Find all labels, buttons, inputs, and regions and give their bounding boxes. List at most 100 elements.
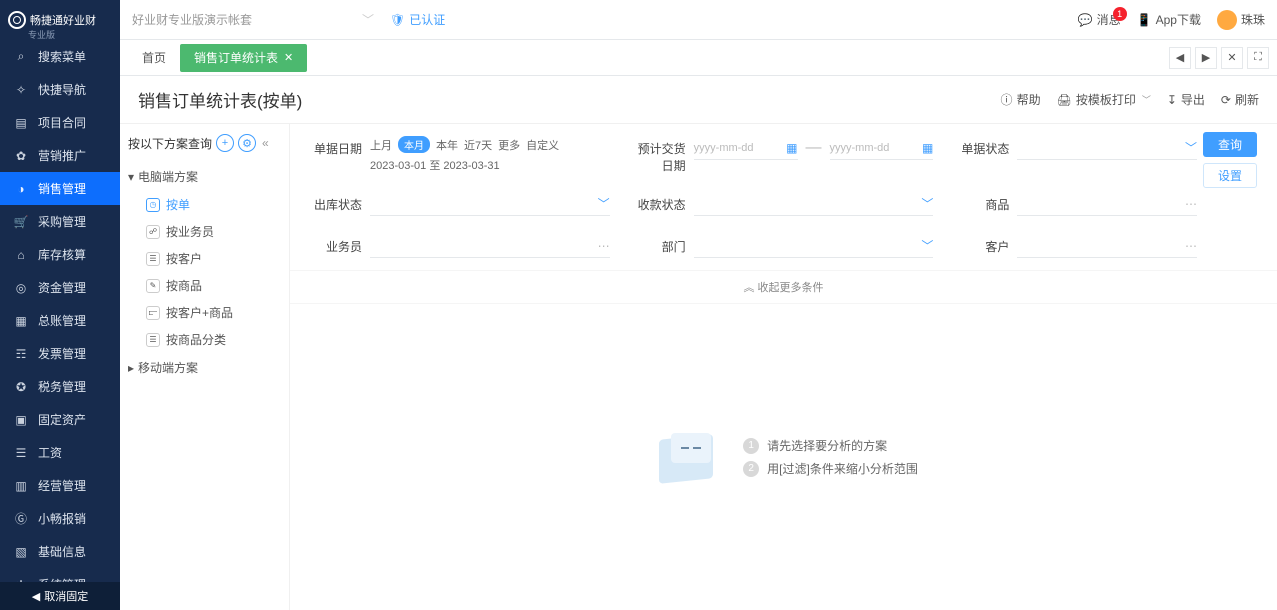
goods-icon: ✎ (146, 279, 160, 293)
status-select[interactable]: ﹀ (1017, 136, 1197, 160)
collapse-panel-button[interactable]: « (262, 136, 269, 150)
query-button[interactable]: 查询 (1203, 132, 1257, 157)
tab-next[interactable]: ▶ (1195, 47, 1217, 69)
nav-search-menu[interactable]: ⌕搜索菜单 (0, 40, 120, 73)
nav-stock[interactable]: ⌂库存核算 (0, 238, 120, 271)
leaf-by-customer-goods[interactable]: ⫍按客户+商品 (146, 299, 281, 326)
tabs-controls: ◀ ▶ ✕ ⛶ (1169, 47, 1269, 69)
field-pay-status: 收款状态 ﹀ (634, 192, 934, 216)
shield-icon: 🛡 (390, 13, 405, 27)
tax-icon: ✪ (14, 380, 28, 394)
nav-invoice[interactable]: ☶发票管理 (0, 337, 120, 370)
field-date: 单据日期 上月 本月 本年 近7天 更多 自定义 20 (310, 136, 610, 174)
field-expect-date: 预计交货日期 yyyy-mm-dd▦ — yyyy-mm-dd▦ (634, 136, 934, 174)
tab-home[interactable]: 首页 (128, 40, 180, 76)
chevron-down-icon: ﹀ (598, 195, 610, 212)
leaf-by-goods[interactable]: ✎按商品 (146, 272, 281, 299)
nav-marketing[interactable]: ✿营销推广 (0, 139, 120, 172)
body: 按以下方案查询 + ⚙ « ▾电脑端方案 ◷按单 ☍按业务员 ☰按客户 ✎按商品… (120, 124, 1277, 610)
expect-to-input[interactable]: yyyy-mm-dd▦ (830, 136, 934, 160)
basic-icon: ▧ (14, 545, 28, 559)
field-dept: 部门 ﹀ (634, 234, 934, 258)
nav-tax[interactable]: ✪税务管理 (0, 370, 120, 403)
leaf-by-salesman[interactable]: ☍按业务员 (146, 218, 281, 245)
tree-group-mobile[interactable]: ▸移动端方案 (128, 353, 281, 382)
content: 销售订单统计表(按单) ⓘ帮助 🖨按模板打印﹀ ↧导出 ⟳刷新 按以下方案查询 … (120, 76, 1277, 610)
setting-button[interactable]: 设置 (1203, 163, 1257, 188)
customer-icon: ☰ (146, 252, 160, 266)
contract-icon: ▤ (14, 116, 28, 130)
nav-ledger[interactable]: ▦总账管理 (0, 304, 120, 337)
nav-purchase[interactable]: 🛒采购管理 (0, 205, 120, 238)
tree-group-desktop[interactable]: ▾电脑端方案 (128, 162, 281, 191)
pay-status-select[interactable]: ﹀ (694, 192, 934, 216)
asset-icon: ▣ (14, 413, 28, 427)
chevron-down-icon: ﹀ (921, 195, 933, 212)
date-opt-0[interactable]: 上月 (370, 137, 392, 153)
step-num-1: 1 (743, 438, 759, 454)
leaf-by-customer[interactable]: ☰按客户 (146, 245, 281, 272)
search-icon: ⌕ (14, 50, 28, 64)
out-status-select[interactable]: ﹀ (370, 192, 610, 216)
nav-expense[interactable]: Ⓖ小畅报销 (0, 502, 120, 535)
more-icon: ⋯ (1185, 239, 1197, 253)
nav-sales[interactable]: ◑销售管理 (0, 172, 120, 205)
filter-head: 按以下方案查询 + ⚙ « (128, 134, 281, 152)
org-select[interactable]: 好业财专业版演示帐套 ﹀ (132, 11, 374, 28)
sidebar-unpin[interactable]: ◀ 取消固定 (0, 582, 120, 610)
page-header: 销售订单统计表(按单) ⓘ帮助 🖨按模板打印﹀ ↧导出 ⟳刷新 (120, 76, 1277, 124)
user-menu[interactable]: 珠珠 (1217, 10, 1265, 30)
salary-icon: ☰ (14, 446, 28, 460)
money-icon: ◎ (14, 281, 28, 295)
tree-children: ◷按单 ☍按业务员 ☰按客户 ✎按商品 ⫍按客户+商品 ☰按商品分类 (128, 191, 281, 353)
topbar: 好业财专业版演示帐套 ﹀ 🛡 已认证 💬 消息 1 📱 App下载 珠珠 (120, 0, 1277, 40)
nav-quick[interactable]: ✧快捷导航 (0, 73, 120, 106)
filter-panel: 按以下方案查询 + ⚙ « ▾电脑端方案 ◷按单 ☍按业务员 ☰按客户 ✎按商品… (120, 124, 290, 610)
leaf-by-category[interactable]: ☰按商品分类 (146, 326, 281, 353)
gift-icon: ✿ (14, 149, 28, 163)
dept-select[interactable]: ﹀ (694, 234, 934, 258)
refresh-button[interactable]: ⟳刷新 (1221, 91, 1259, 108)
nav-system[interactable]: ✲系统管理 (0, 568, 120, 582)
nav-basic[interactable]: ▧基础信息 (0, 535, 120, 568)
help-button[interactable]: ⓘ帮助 (1001, 91, 1041, 108)
tab-sales-order-stats[interactable]: 销售订单统计表 ✕ (180, 44, 307, 72)
date-opt-4[interactable]: 更多 (498, 137, 520, 153)
nav-asset[interactable]: ▣固定资产 (0, 403, 120, 436)
app-download[interactable]: 📱 App下载 (1137, 11, 1201, 28)
step-num-2: 2 (743, 461, 759, 477)
nav-finance[interactable]: ◎资金管理 (0, 271, 120, 304)
date-opt-5[interactable]: 自定义 (526, 137, 559, 153)
leaf-by-order[interactable]: ◷按单 (146, 191, 281, 218)
add-plan-button[interactable]: + (216, 134, 234, 152)
page-title: 销售订单统计表(按单) (138, 87, 302, 112)
salesman-select[interactable]: ⋯ (370, 234, 610, 258)
print-button[interactable]: 🖨按模板打印﹀ (1057, 91, 1151, 108)
messages-button[interactable]: 💬 消息 1 (1078, 11, 1121, 28)
setting-plan-button[interactable]: ⚙ (238, 134, 256, 152)
collapse-filters[interactable]: ︽ 收起更多条件 (290, 270, 1277, 304)
date-opt-1[interactable]: 本月 (398, 136, 430, 153)
tab-prev[interactable]: ◀ (1169, 47, 1191, 69)
nav-salary[interactable]: ☰工资 (0, 436, 120, 469)
logo-icon (8, 11, 26, 29)
brand-title: 畅捷通好业财 (30, 12, 96, 28)
tab-fullscreen[interactable]: ⛶ (1247, 47, 1269, 69)
clock-icon: ◷ (146, 198, 160, 212)
customer-select[interactable]: ⋯ (1017, 234, 1197, 258)
page-actions: ⓘ帮助 🖨按模板打印﹀ ↧导出 ⟳刷新 (1001, 91, 1259, 108)
expect-from-input[interactable]: yyyy-mm-dd▦ (694, 136, 798, 160)
nav-biz[interactable]: ▥经营管理 (0, 469, 120, 502)
more-icon: ⋯ (598, 239, 610, 253)
export-button[interactable]: ↧导出 (1167, 91, 1205, 108)
close-icon[interactable]: ✕ (284, 51, 293, 64)
pin-icon: ◀ (32, 590, 40, 603)
help-icon: ⓘ (1001, 91, 1013, 108)
date-opt-2[interactable]: 本年 (436, 137, 458, 153)
tabs: 首页 销售订单统计表 ✕ ◀ ▶ ✕ ⛶ (120, 40, 1277, 76)
tab-close-all[interactable]: ✕ (1221, 47, 1243, 69)
nav-project[interactable]: ▤项目合同 (0, 106, 120, 139)
date-opt-3[interactable]: 近7天 (464, 137, 492, 153)
goods-select[interactable]: ⋯ (1017, 192, 1197, 216)
compass-icon: ✧ (14, 83, 28, 97)
